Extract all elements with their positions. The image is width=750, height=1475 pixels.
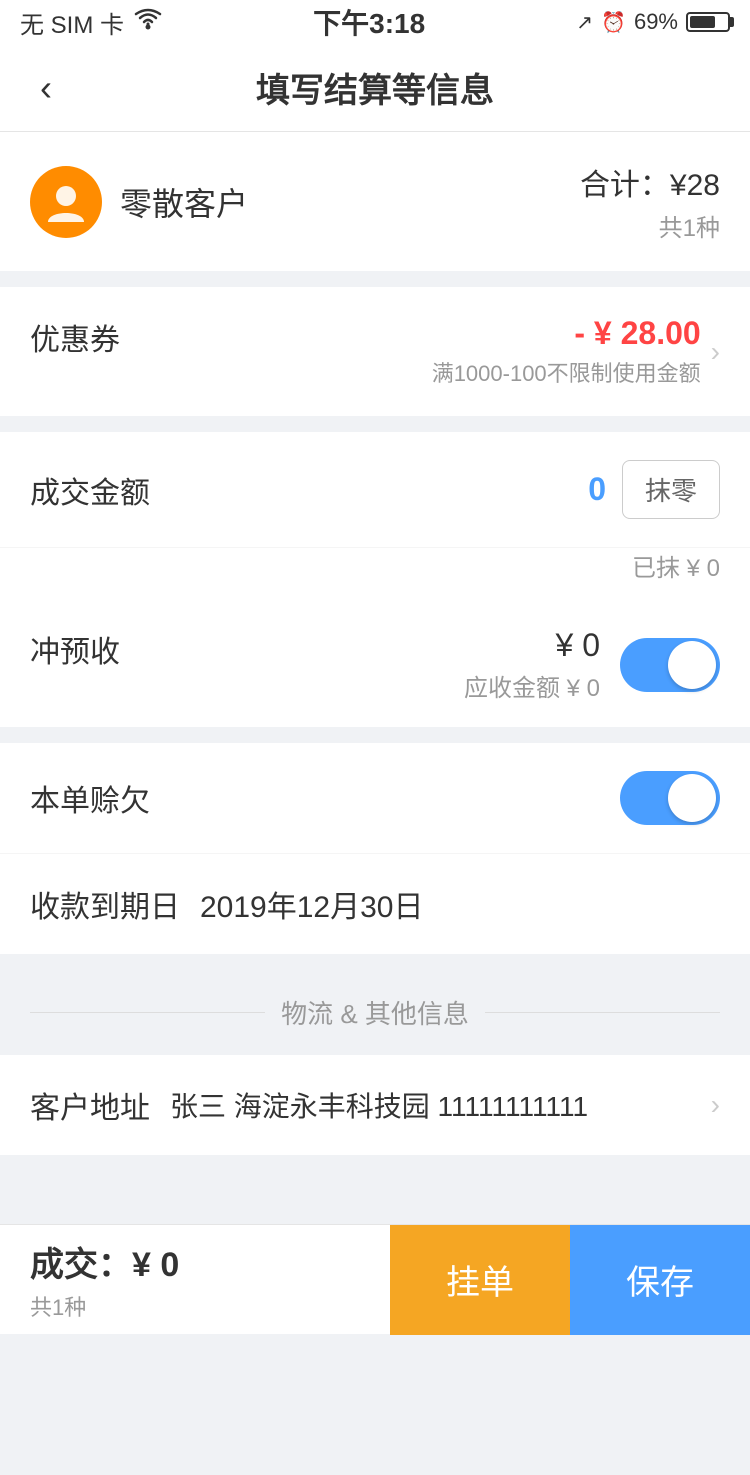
- deal-amount-label: 成交金额: [30, 468, 150, 512]
- status-time: 下午3:18: [313, 2, 425, 42]
- debt-row: 本单赊欠: [0, 743, 750, 854]
- due-date-row: 收款到期日 2019年12月30日: [0, 854, 750, 954]
- battery-icon: [686, 12, 730, 32]
- address-label: 客户地址: [30, 1083, 150, 1127]
- deal-amount-row: 成交金额 0 抹零: [0, 432, 750, 548]
- address-row[interactable]: 客户地址 张三 海淀永丰科技园 11111111111 ›: [0, 1055, 750, 1155]
- coupon-row[interactable]: 优惠券 - ¥ 28.00 满1000-100不限制使用金额 ›: [0, 287, 750, 416]
- hold-button[interactable]: 挂单: [390, 1225, 570, 1335]
- already-zeroed-row: 已抹 ¥ 0: [0, 548, 750, 603]
- prepayment-toggle[interactable]: [620, 638, 720, 692]
- toggle-knob: [668, 641, 716, 689]
- coupon-arrow-icon: ›: [711, 336, 720, 368]
- coupon-right: - ¥ 28.00 满1000-100不限制使用金额 ›: [432, 315, 720, 388]
- coupon-desc: 满1000-100不限制使用金额: [432, 356, 701, 388]
- logistics-label: 物流 & 其他信息: [281, 994, 469, 1031]
- address-arrow-icon: ›: [711, 1089, 720, 1121]
- customer-name: 零散客户: [120, 179, 248, 225]
- page-title: 填写结算等信息: [256, 63, 494, 112]
- debt-section: 本单赊欠 收款到期日 2019年12月30日: [0, 743, 750, 954]
- status-bar: 无 SIM 卡 下午3:18 ↗ ⏰ 69%: [0, 0, 750, 44]
- status-left: 无 SIM 卡: [20, 5, 162, 40]
- section-divider-1: [0, 416, 750, 432]
- coupon-label: 优惠券: [30, 315, 120, 359]
- section-divider-3: [0, 954, 750, 970]
- back-button[interactable]: ‹: [30, 57, 62, 119]
- customer-card: 零散客户 合计：¥28 共1种: [0, 132, 750, 271]
- customer-row: 零散客户 合计：¥28 共1种: [0, 132, 750, 271]
- deal-amount-right: 0 抹零: [588, 460, 720, 519]
- bottom-bar: 成交：¥ 0 共1种 挂单 保存: [0, 1224, 750, 1334]
- bottom-deal-amount: ¥ 0: [132, 1246, 179, 1284]
- wifi-icon: [134, 8, 162, 37]
- debt-toggle-knob: [668, 774, 716, 822]
- bottom-count: 共1种: [30, 1290, 360, 1322]
- total-amount: 合计：¥28: [580, 160, 720, 204]
- bottom-summary: 成交：¥ 0 共1种: [0, 1237, 390, 1322]
- customer-total: 合计：¥28 共1种: [580, 160, 720, 243]
- prepayment-amounts: ¥ 0 应收金额 ¥ 0: [464, 627, 600, 703]
- coupon-amount: - ¥ 28.00: [432, 315, 701, 352]
- section-divider-2: [0, 727, 750, 743]
- status-right: ↗ ⏰ 69%: [576, 9, 730, 35]
- address-value: 张三 海淀永丰科技园 11111111111: [170, 1085, 711, 1125]
- prepayment-row: 冲预收 ¥ 0 应收金额 ¥ 0: [0, 603, 750, 727]
- alarm-icon: ⏰: [601, 10, 626, 35]
- total-count: 共1种: [580, 208, 720, 243]
- customer-avatar: [30, 166, 102, 238]
- location-icon: ↗: [576, 10, 593, 35]
- bottom-deal-label: 成交：: [30, 1246, 132, 1284]
- due-date-value: 2019年12月30日: [200, 882, 423, 926]
- battery-percent: 69%: [634, 9, 678, 35]
- customer-left: 零散客户: [30, 166, 248, 238]
- round-zero-button[interactable]: 抹零: [622, 460, 720, 519]
- logistics-header: 物流 & 其他信息: [0, 970, 750, 1055]
- prepayment-sub: 应收金额 ¥ 0: [464, 668, 600, 703]
- debt-toggle[interactable]: [620, 771, 720, 825]
- deal-amount-value: 0: [588, 471, 606, 508]
- sim-label: 无 SIM 卡: [20, 5, 124, 40]
- due-date-label: 收款到期日: [30, 882, 180, 926]
- deal-amount-section: 成交金额 0 抹零 已抹 ¥ 0 冲预收 ¥ 0 应收金额 ¥ 0: [0, 432, 750, 727]
- debt-label: 本单赊欠: [30, 776, 150, 820]
- prepayment-amount: ¥ 0: [464, 627, 600, 664]
- nav-bar: ‹ 填写结算等信息: [0, 44, 750, 132]
- coupon-section: 优惠券 - ¥ 28.00 满1000-100不限制使用金额 ›: [0, 287, 750, 416]
- prepayment-label: 冲预收: [30, 627, 120, 671]
- save-button[interactable]: 保存: [570, 1225, 750, 1335]
- already-zeroed-text: 已抹 ¥ 0: [632, 548, 720, 583]
- bottom-deal-text: 成交：¥ 0: [30, 1237, 360, 1286]
